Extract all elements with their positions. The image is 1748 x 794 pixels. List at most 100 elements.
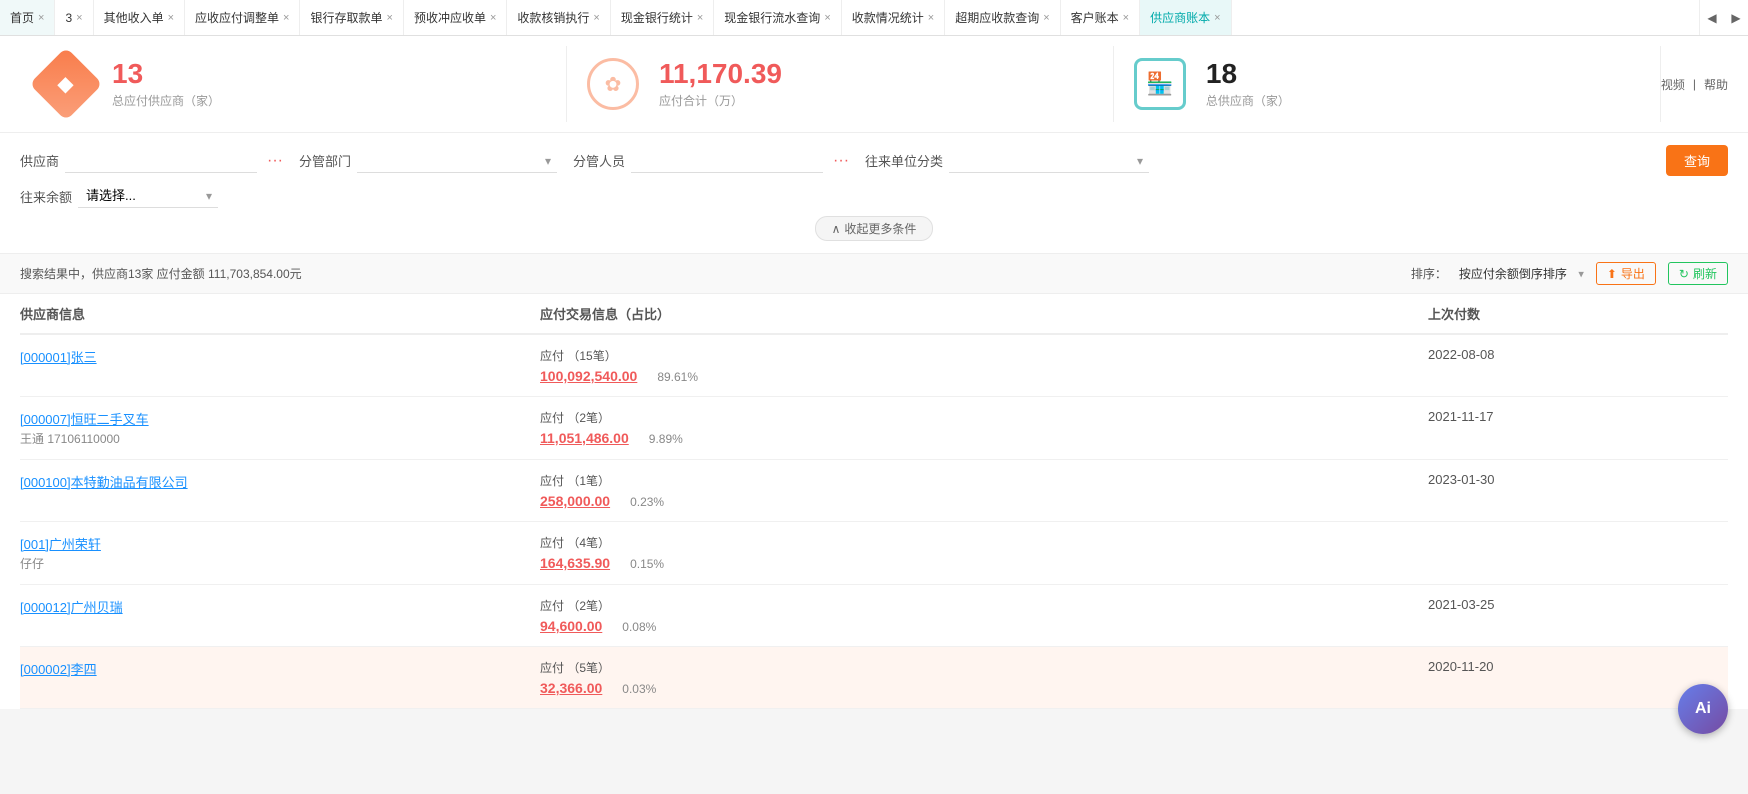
collapse-button[interactable]: ∧ 收起更多条件 [815, 216, 934, 241]
lastpay-2: 2021-11-17 [1428, 409, 1728, 424]
ai-button[interactable]: Ai [1678, 684, 1728, 734]
nav-cash-flow-close[interactable]: × [824, 12, 830, 24]
nav-customer-ledger-close[interactable]: × [1123, 12, 1129, 24]
col-header-tx: 应付交易信息（占比） [540, 304, 1428, 323]
person-input[interactable] [631, 149, 823, 173]
dept-select[interactable] [357, 149, 557, 173]
table-row: [001]广州荣轩 仔仔 应付 （4笔） 164,635.90 0.15% [20, 522, 1728, 585]
nav-cash-bank-stats[interactable]: 现金银行统计 × [611, 0, 714, 35]
sort-select[interactable]: 按应付余额倒序排序 [1459, 267, 1584, 281]
sort-area: 排序： 按应付余额倒序排序 ⬆ 导出 ↻ 刷新 [1411, 262, 1728, 285]
nav-advance-charge-close[interactable]: × [490, 12, 496, 24]
supplier-name-6[interactable]: [000002]李四 [20, 659, 540, 678]
lastpay-date-3: 2023-01-30 [1428, 472, 1495, 487]
nav-other-income-close[interactable]: × [168, 12, 174, 24]
lastpay-date-6: 2020-11-20 [1428, 659, 1494, 674]
tx-pct-2: 9.89% [649, 432, 683, 446]
person-more-icon[interactable]: ··· [833, 152, 849, 170]
tx-pct-1: 89.61% [657, 370, 698, 384]
nav-home-close[interactable]: × [38, 12, 44, 24]
tx-amount-6[interactable]: 32,366.00 [540, 680, 602, 696]
tx-info-3: 应付 （1笔） 258,000.00 0.23% [540, 472, 1428, 509]
supplier-name-3[interactable]: [000100]本特勤油品有限公司 [20, 472, 540, 491]
nav-supplier-ledger-close[interactable]: × [1214, 12, 1220, 24]
dept-filter-label: 分管部门 [299, 151, 351, 170]
refresh-button[interactable]: ↻ 刷新 [1668, 262, 1728, 285]
lastpay-5: 2021-03-25 [1428, 597, 1728, 612]
nav-advance-charge[interactable]: 预收冲应收单 × [404, 0, 507, 35]
tx-amount-3[interactable]: 258,000.00 [540, 493, 610, 509]
results-bar: 搜索结果中，供应商13家 应付金额 111,703,854.00元 排序： 按应… [0, 254, 1748, 294]
nav-other-income[interactable]: 其他收入单 × [94, 0, 185, 35]
video-link[interactable]: 视频 [1661, 76, 1685, 93]
export-label: 导出 [1621, 265, 1645, 282]
nav-cash-flow[interactable]: 现金银行流水查询 × [714, 0, 841, 35]
nav-arrows: ◀ ▶ [1699, 0, 1748, 36]
category-select-wrap [949, 149, 1149, 173]
tx-amount-5[interactable]: 94,600.00 [540, 618, 602, 634]
nav-adjustment[interactable]: 应收应付调整单 × [185, 0, 300, 35]
balance-select[interactable]: 请选择... [78, 184, 218, 208]
nav-collection-stats[interactable]: 收款情况统计 × [842, 0, 945, 35]
collapse-row: ∧ 收起更多条件 [20, 216, 1728, 241]
nav-collection-exec[interactable]: 收款核销执行 × [507, 0, 610, 35]
supplier-more-icon[interactable]: ··· [267, 152, 283, 170]
tx-row-6: 32,366.00 0.03% [540, 678, 1428, 696]
tx-pct-5: 0.08% [622, 620, 656, 634]
nav-overdue-close[interactable]: × [1043, 12, 1049, 24]
category-select[interactable] [949, 149, 1149, 173]
tx-amount-4[interactable]: 164,635.90 [540, 555, 610, 571]
tx-amount-2[interactable]: 11,051,486.00 [540, 430, 629, 446]
refresh-label: 刷新 [1693, 265, 1717, 282]
tx-info-5: 应付 （2笔） 94,600.00 0.08% [540, 597, 1428, 634]
collapse-label: 收起更多条件 [844, 220, 916, 237]
nav-adjustment-close[interactable]: × [283, 12, 289, 24]
query-button[interactable]: 查询 [1666, 145, 1728, 176]
supplier-filter-label: 供应商 [20, 151, 59, 170]
nav-tab-3[interactable]: 3 × [55, 0, 93, 35]
help-link[interactable]: 帮助 [1704, 76, 1728, 93]
total-suppliers-value: 18 [1206, 60, 1290, 88]
filter-row-1: 供应商 ··· 分管部门 分管人员 ··· 往来单位分类 查询 [20, 145, 1728, 176]
nav-supplier-ledger[interactable]: 供应商账本 × [1140, 0, 1231, 35]
nav-tab-3-close[interactable]: × [76, 12, 82, 24]
filter-area: 供应商 ··· 分管部门 分管人员 ··· 往来单位分类 查询 [0, 133, 1748, 254]
nav-prev-arrow[interactable]: ◀ [1700, 0, 1724, 36]
nav-collection-stats-close[interactable]: × [928, 12, 934, 24]
export-button[interactable]: ⬆ 导出 [1596, 262, 1656, 285]
results-summary: 搜索结果中，供应商13家 应付金额 111,703,854.00元 [20, 265, 302, 282]
shop-icon: 🏪 [1130, 54, 1190, 114]
total-suppliers-label: 总供应商（家） [1206, 92, 1290, 109]
supplier-name-1[interactable]: [000001]张三 [20, 347, 540, 366]
supplier-input[interactable] [65, 149, 257, 173]
nav-overdue-label: 超期应收款查询 [955, 9, 1039, 26]
table-header: 供应商信息 应付交易信息（占比） 上次付数 [20, 294, 1728, 335]
sort-label: 排序： [1411, 265, 1447, 282]
nav-overdue[interactable]: 超期应收款查询 × [945, 0, 1060, 35]
nav-collection-exec-close[interactable]: × [593, 12, 599, 24]
diamond-icon: ◆ [36, 54, 96, 114]
supplier-name-2[interactable]: [000007]恒旺二手叉车 [20, 409, 540, 428]
tx-row-4: 164,635.90 0.15% [540, 553, 1428, 571]
nav-cash-bank-stats-close[interactable]: × [697, 12, 703, 24]
nav-next-arrow[interactable]: ▶ [1724, 0, 1748, 36]
nav-bank-deposit-close[interactable]: × [387, 12, 393, 24]
tx-label-4: 应付 （4笔） [540, 534, 1428, 551]
tx-amount-1[interactable]: 100,092,540.00 [540, 368, 637, 384]
nav-customer-ledger[interactable]: 客户账本 × [1061, 0, 1140, 35]
supplier-name-4[interactable]: [001]广州荣轩 [20, 534, 540, 553]
filter-category: 往来单位分类 [865, 149, 1149, 173]
col-header-supplier: 供应商信息 [20, 304, 540, 323]
supplier-info-1: [000001]张三 [20, 347, 540, 366]
suppliers-payable-value: 13 [112, 60, 220, 88]
tx-row-5: 94,600.00 0.08% [540, 616, 1428, 634]
tx-info-1: 应付 （15笔） 100,092,540.00 89.61% [540, 347, 1428, 384]
nav-bank-deposit[interactable]: 银行存取款单 × [300, 0, 403, 35]
nav-home[interactable]: 首页 × [0, 0, 55, 35]
summary-card-suppliers-payable: ◆ 13 总应付供应商（家） [20, 46, 567, 122]
supplier-name-5[interactable]: [000012]广州贝瑞 [20, 597, 540, 616]
supplier-info-5: [000012]广州贝瑞 [20, 597, 540, 616]
filter-dept: 分管部门 [299, 149, 557, 173]
payable-total-label: 应付合计（万） [659, 92, 782, 109]
supplier-sub-4: 仔仔 [20, 555, 540, 572]
